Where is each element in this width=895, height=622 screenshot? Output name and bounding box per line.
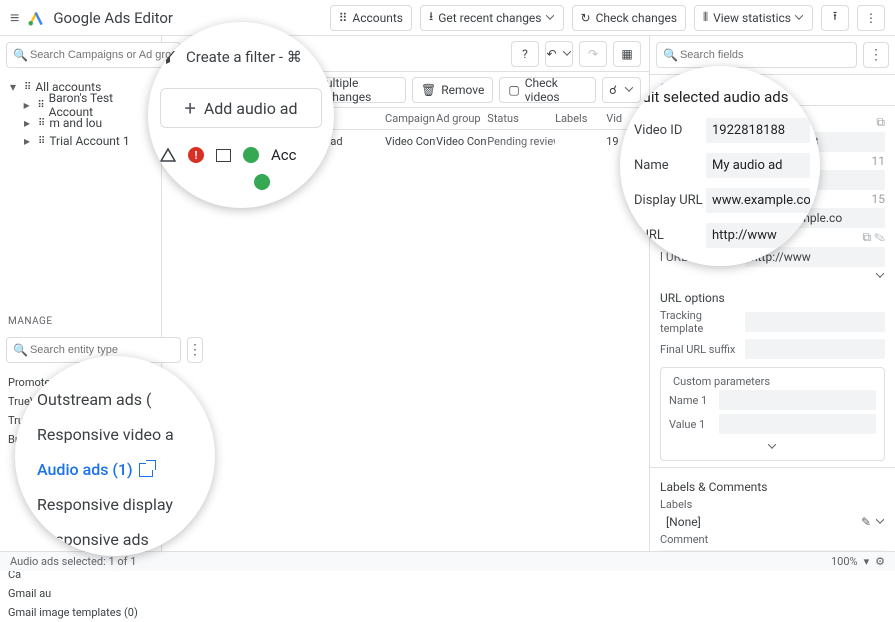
entity-item[interactable]: Responsive ads	[37, 522, 205, 556]
accounts-button[interactable]: ⠿Accounts	[330, 5, 412, 31]
refresh-icon: ↻	[581, 11, 591, 25]
entity-item[interactable]: Gmail image templates (0)	[8, 603, 161, 622]
campaign-search[interactable]: 🔍	[6, 42, 181, 68]
remove-button[interactable]: 🗑Remove	[412, 77, 493, 103]
comment-box-icon	[216, 149, 231, 162]
chevron-down-icon	[626, 86, 634, 94]
entity-item[interactable]: Responsive video a	[37, 417, 205, 452]
open-icon[interactable]: ⧉	[863, 230, 872, 244]
check-videos-button[interactable]: ▢Check videos	[499, 77, 596, 103]
fields-search-more[interactable]: ⋮	[863, 42, 889, 68]
search-icon: 🔍	[13, 343, 28, 357]
fields-search[interactable]: 🔍	[656, 42, 857, 68]
header-more-button[interactable]: ⋮	[857, 5, 885, 31]
entity-item[interactable]: Responsive display	[37, 487, 205, 522]
external-link-icon	[139, 463, 153, 477]
entity-item-selected[interactable]: Audio ads (1)	[37, 452, 205, 487]
menu-icon[interactable]: ≡	[10, 8, 19, 28]
footer-status: Audio ads selected: 1 of 1	[10, 555, 136, 568]
tree-account[interactable]: ▸⠿Baron's Test Account	[6, 96, 155, 114]
pencil-icon[interactable]: ✎	[861, 515, 871, 529]
panel-title: Edit selected audio ads	[634, 88, 810, 106]
filter-icon	[160, 49, 176, 65]
zoom-bubble-add-audio: Create a filter - ⌘ +Add audio ad ! Acc	[148, 22, 334, 208]
url-options-title: URL options	[650, 283, 895, 307]
search-icon: 🔍	[663, 48, 678, 62]
final-url-suffix-field[interactable]	[745, 339, 885, 359]
layout-button[interactable]: ▦	[613, 41, 641, 67]
manage-label: MANAGE	[0, 308, 161, 331]
play-icon: ▢	[508, 83, 519, 97]
help-button[interactable]: ?	[511, 41, 539, 67]
chevron-down-icon[interactable]	[877, 272, 885, 280]
fields-search-input[interactable]	[678, 48, 850, 62]
undo-button[interactable]: ↶	[545, 41, 573, 67]
download-icon: ⭳	[429, 7, 433, 28]
chevron-down-icon	[564, 50, 572, 58]
google-ads-logo	[27, 9, 45, 27]
chevron-down-icon	[796, 14, 804, 22]
error-dot-icon: !	[188, 147, 204, 163]
custom-parameters-group: Custom parameters Name 1 Value 1	[660, 367, 885, 461]
zoom-bubble-entity-list: Outstream ads ( Responsive video a Audio…	[15, 356, 215, 556]
search-icon: 🔍	[13, 48, 28, 62]
edit-icon[interactable]: ✎	[874, 230, 885, 244]
param-value-field[interactable]	[719, 414, 876, 434]
entity-search-input[interactable]	[28, 343, 174, 357]
redo-button[interactable]: ↷	[579, 41, 607, 67]
filter-icon: ☌	[609, 83, 617, 97]
trash-icon: 🗑	[421, 83, 436, 97]
grid-icon: ⠿	[339, 11, 348, 25]
check-changes-button[interactable]: ↻Check changes	[572, 5, 687, 31]
app-title: Google Ads Editor	[53, 9, 173, 27]
labels-value[interactable]: [None]	[660, 515, 861, 529]
warning-triangle-icon	[160, 147, 176, 163]
tracking-template-field[interactable]	[745, 312, 885, 332]
tree-account[interactable]: ▸⠿Trial Account 1	[6, 132, 155, 150]
view-statistics-button[interactable]: ⫴View statistics	[694, 5, 813, 31]
campaign-search-input[interactable]	[28, 48, 174, 62]
zoom-level[interactable]: 100%	[831, 555, 858, 568]
add-audio-ad-button[interactable]: +Add audio ad	[160, 88, 322, 128]
final-url-value[interactable]: http://www	[706, 223, 810, 248]
upload-button[interactable]: ⭱	[821, 5, 849, 31]
plus-icon: +	[184, 96, 195, 120]
gear-icon[interactable]: ⚙	[875, 555, 885, 568]
chevron-down-icon[interactable]	[877, 518, 885, 526]
chevron-down-icon	[547, 14, 555, 22]
expand-icon[interactable]	[769, 443, 777, 451]
name-value[interactable]: My audio ad	[706, 153, 810, 178]
param-name-field[interactable]	[719, 390, 876, 410]
video-id-value: 1922818188	[706, 118, 810, 143]
entity-item[interactable]: Gmail au	[8, 584, 161, 603]
entity-item[interactable]: Outstream ads (	[37, 382, 205, 417]
get-changes-button[interactable]: ⭳Get recent changes	[420, 5, 563, 31]
display-url-value[interactable]: www.example.co	[706, 188, 810, 213]
labels-comments-title: Labels & Comments	[650, 472, 895, 496]
open-external-icon[interactable]: ⧉	[876, 115, 885, 129]
bars-icon: ⫴	[703, 10, 708, 25]
status-active-icon	[243, 147, 259, 163]
status-active-icon	[254, 174, 270, 190]
zoom-bubble-edit-panel: Edit selected audio ads Video ID19228181…	[620, 66, 820, 266]
